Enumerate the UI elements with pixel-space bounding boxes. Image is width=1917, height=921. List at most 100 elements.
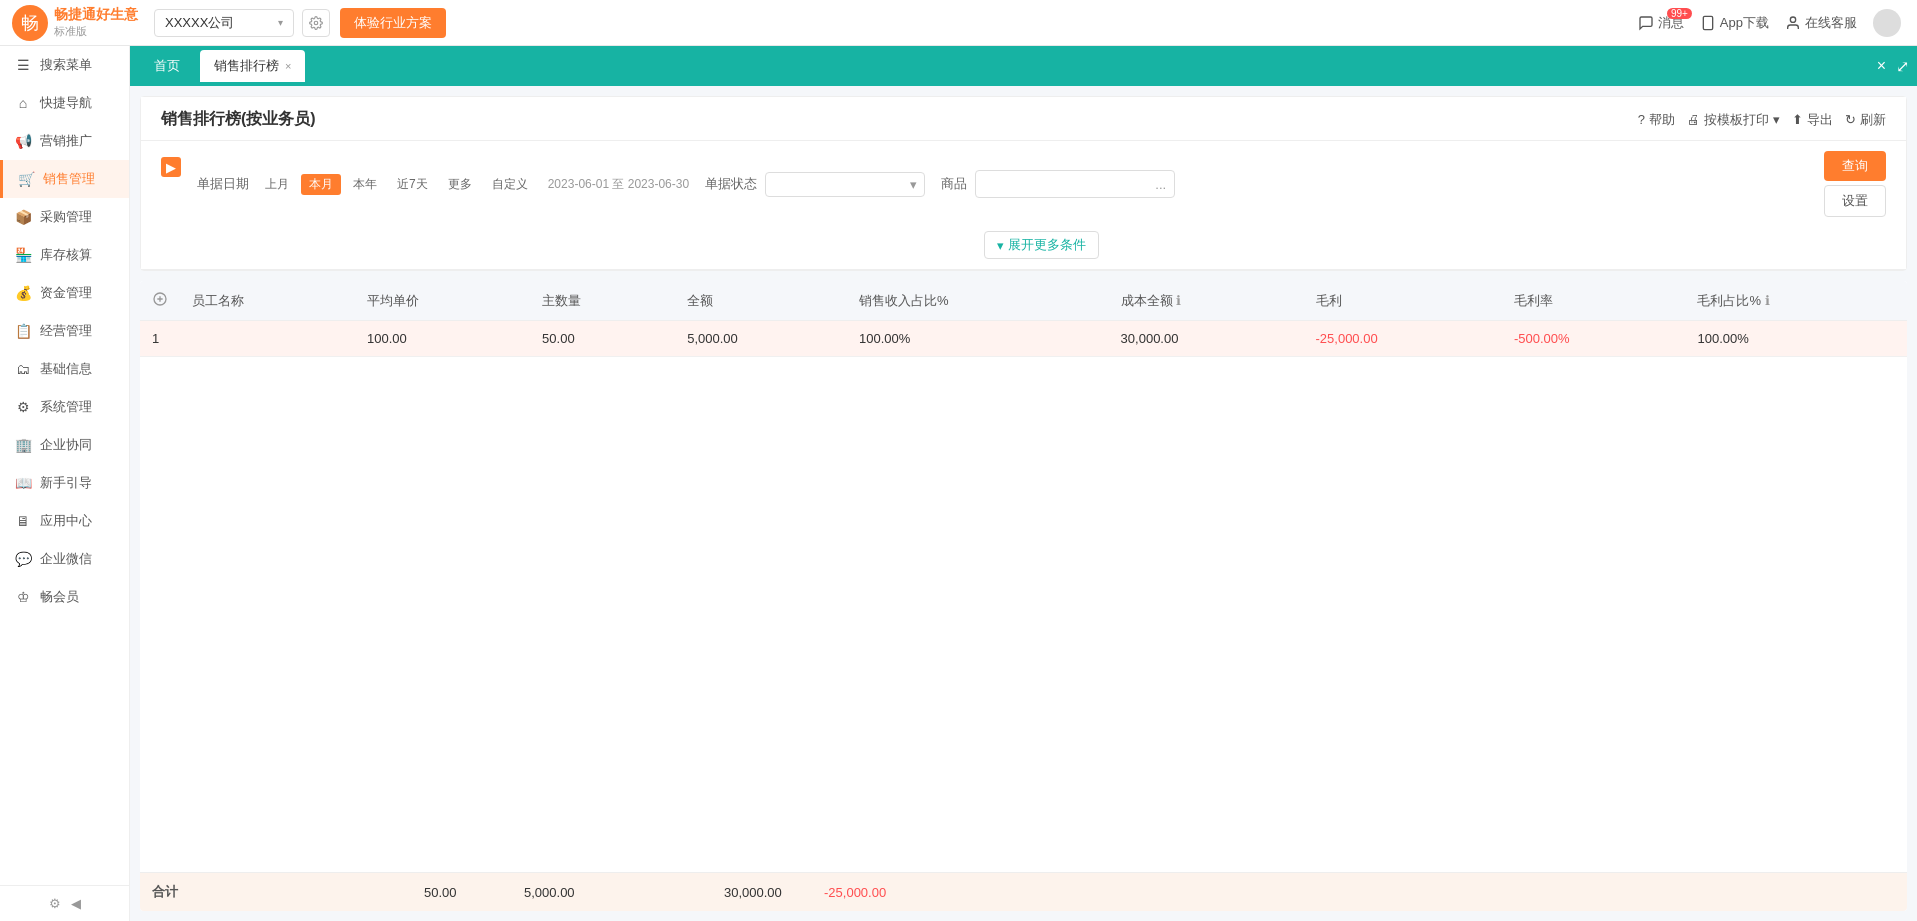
user-avatar [1873, 9, 1901, 37]
expand-more-button[interactable]: ▾ 展开更多条件 [984, 231, 1099, 259]
col-avg-price: 平均单价 [355, 281, 530, 321]
help-button[interactable]: ? 帮助 [1638, 111, 1675, 129]
col-cost: 成本全额 ℹ [1109, 281, 1304, 321]
page-header: 销售排行榜(按业务员) ? 帮助 🖨 按模板打印 ▾ [141, 97, 1906, 141]
sidebar-item-member[interactable]: ♔ 畅会员 [0, 578, 129, 616]
home-icon: ⌂ [14, 95, 32, 111]
sidebar-item-quick-nav[interactable]: ⌂ 快捷导航 [0, 84, 129, 122]
col-quantity: 主数量 [530, 281, 675, 321]
top-bar-right: 消息 99+ App下载 在线客服 [1638, 9, 1905, 37]
cell-cost: 30,000.00 [1109, 321, 1304, 357]
sidebar-item-search[interactable]: ☰ 搜索菜单 [0, 46, 129, 84]
sidebar-collapse-icon[interactable]: ◀ [71, 896, 81, 911]
col-icon [140, 281, 180, 321]
goods-input[interactable] [984, 175, 1155, 193]
finance-icon: 💰 [14, 285, 32, 301]
tab-maximize-icon[interactable]: ⤢ [1896, 57, 1909, 76]
app-download-label: App下载 [1720, 14, 1769, 32]
tab-close-all-icon[interactable]: × [1877, 57, 1886, 75]
cell-amount: 5,000.00 [675, 321, 847, 357]
date-tab-more[interactable]: 更多 [440, 174, 480, 195]
query-button[interactable]: 查询 [1824, 151, 1886, 181]
status-filter-label: 单据状态 [705, 175, 757, 193]
app-name: 畅捷通好生意 [54, 6, 138, 24]
help-icon: ? [1638, 112, 1645, 127]
purchase-icon: 📦 [14, 209, 32, 225]
table-container: 员工名称 平均单价 主数量 全额 销售收入占比% 成本全额 ℹ 毛利 [140, 281, 1907, 911]
date-tab-current-year[interactable]: 本年 [345, 174, 385, 195]
top-bar: 畅 畅捷通好生意 标准版 XXXXX公司 ▾ 体验行业方案 [0, 0, 1917, 46]
cell-employee [180, 321, 355, 357]
date-tab-7days[interactable]: 近7天 [389, 174, 436, 195]
system-icon: ⚙ [14, 399, 32, 415]
date-tab-current-month[interactable]: 本月 [301, 174, 341, 195]
tab-bar-right: × ⤢ [1877, 57, 1909, 76]
header-actions: ? 帮助 🖨 按模板打印 ▾ ⬆ 导出 [1638, 111, 1886, 129]
company-selector[interactable]: XXXXX公司 ▾ [154, 9, 294, 37]
sidebar-item-finance[interactable]: 💰 资金管理 [0, 274, 129, 312]
sidebar-item-marketing[interactable]: 📢 营销推广 [0, 122, 129, 160]
sidebar-item-operations[interactable]: 📋 经营管理 [0, 312, 129, 350]
export-icon: ⬆ [1792, 112, 1803, 127]
svg-rect-1 [1703, 16, 1712, 29]
refresh-button[interactable]: ↻ 刷新 [1845, 111, 1886, 129]
trial-button[interactable]: 体验行业方案 [340, 8, 446, 38]
appstore-icon: 🖥 [14, 513, 32, 529]
app-edition: 标准版 [54, 24, 138, 39]
member-icon: ♔ [14, 589, 32, 605]
svg-point-0 [314, 21, 318, 25]
page-settings-button[interactable]: 设置 [1824, 185, 1886, 217]
message-button[interactable]: 消息 99+ [1638, 14, 1684, 32]
date-filter-label: 单据日期 [197, 175, 249, 193]
footer-cells: 50.00 5,000.00 30,000.00 -25,000.00 [212, 885, 1895, 900]
guide-icon: 📖 [14, 475, 32, 491]
settings-icon-button[interactable] [302, 9, 330, 37]
export-button[interactable]: ⬆ 导出 [1792, 111, 1833, 129]
footer-sales-pct [612, 885, 712, 900]
online-service-label: 在线客服 [1805, 14, 1857, 32]
tab-close-icon[interactable]: × [285, 60, 291, 72]
col-employee: 员工名称 [180, 281, 355, 321]
sidebar-item-guide[interactable]: 📖 新手引导 [0, 464, 129, 502]
status-select[interactable] [765, 172, 925, 197]
sidebar-item-enterprise[interactable]: 🏢 企业协同 [0, 426, 129, 464]
goods-more-icon[interactable]: ... [1155, 177, 1166, 192]
sidebar-item-appstore[interactable]: 🖥 应用中心 [0, 502, 129, 540]
cell-gross-rate: -500.00% [1502, 321, 1685, 357]
footer-avg-price [312, 885, 412, 900]
table-row: 1 100.00 50.00 5,000.00 100.00% 30,000.0… [140, 321, 1907, 357]
goods-filter-label: 商品 [941, 175, 967, 193]
sidebar-item-wechat[interactable]: 💬 企业微信 [0, 540, 129, 578]
sidebar-item-inventory[interactable]: 🏪 库存核算 [0, 236, 129, 274]
sidebar-item-sales[interactable]: 🛒 销售管理 [0, 160, 129, 198]
tab-sales-ranking[interactable]: 销售排行榜 × [200, 50, 305, 82]
cell-gross: -25,000.00 [1304, 321, 1502, 357]
app-wrapper: 畅 畅捷通好生意 标准版 XXXXX公司 ▾ 体验行业方案 [0, 0, 1917, 921]
filter-expand-toggle[interactable]: ▶ [161, 157, 181, 177]
sales-icon: 🛒 [17, 171, 35, 187]
cost-info-icon: ℹ [1176, 293, 1181, 308]
sidebar-item-purchase[interactable]: 📦 采购管理 [0, 198, 129, 236]
app-download-button[interactable]: App下载 [1700, 14, 1769, 32]
cell-avg-price: 100.00 [355, 321, 530, 357]
date-tab-custom[interactable]: 自定义 [484, 174, 536, 195]
chevron-down-icon: ▾ [278, 17, 283, 28]
col-gross-pct: 毛利占比% ℹ [1685, 281, 1907, 321]
sidebar-menu: ☰ 搜索菜单 ⌂ 快捷导航 📢 营销推广 🛒 销售管理 📦 采购管理 [0, 46, 129, 885]
sidebar-item-basic-info[interactable]: 🗂 基础信息 [0, 350, 129, 388]
footer-cost: 30,000.00 [712, 885, 812, 900]
user-avatar-area[interactable] [1873, 9, 1905, 37]
sidebar-item-system[interactable]: ⚙ 系统管理 [0, 388, 129, 426]
date-tab-last-month[interactable]: 上月 [257, 174, 297, 195]
print-chevron-icon: ▾ [1773, 112, 1780, 127]
sidebar-settings-icon[interactable]: ⚙ [49, 896, 61, 911]
footer-employee [212, 885, 312, 900]
basic-info-icon: 🗂 [14, 361, 32, 377]
print-button[interactable]: 🖨 按模板打印 ▾ [1687, 111, 1780, 129]
tab-home[interactable]: 首页 [138, 46, 196, 86]
main-area: ☰ 搜索菜单 ⌂ 快捷导航 📢 营销推广 🛒 销售管理 📦 采购管理 [0, 46, 1917, 921]
message-badge: 99+ [1667, 8, 1692, 19]
date-filter-group: 单据日期 上月 本月 本年 近7天 更多 自定义 [197, 174, 689, 195]
online-service-button[interactable]: 在线客服 [1785, 14, 1857, 32]
cell-sales-pct: 100.00% [847, 321, 1109, 357]
